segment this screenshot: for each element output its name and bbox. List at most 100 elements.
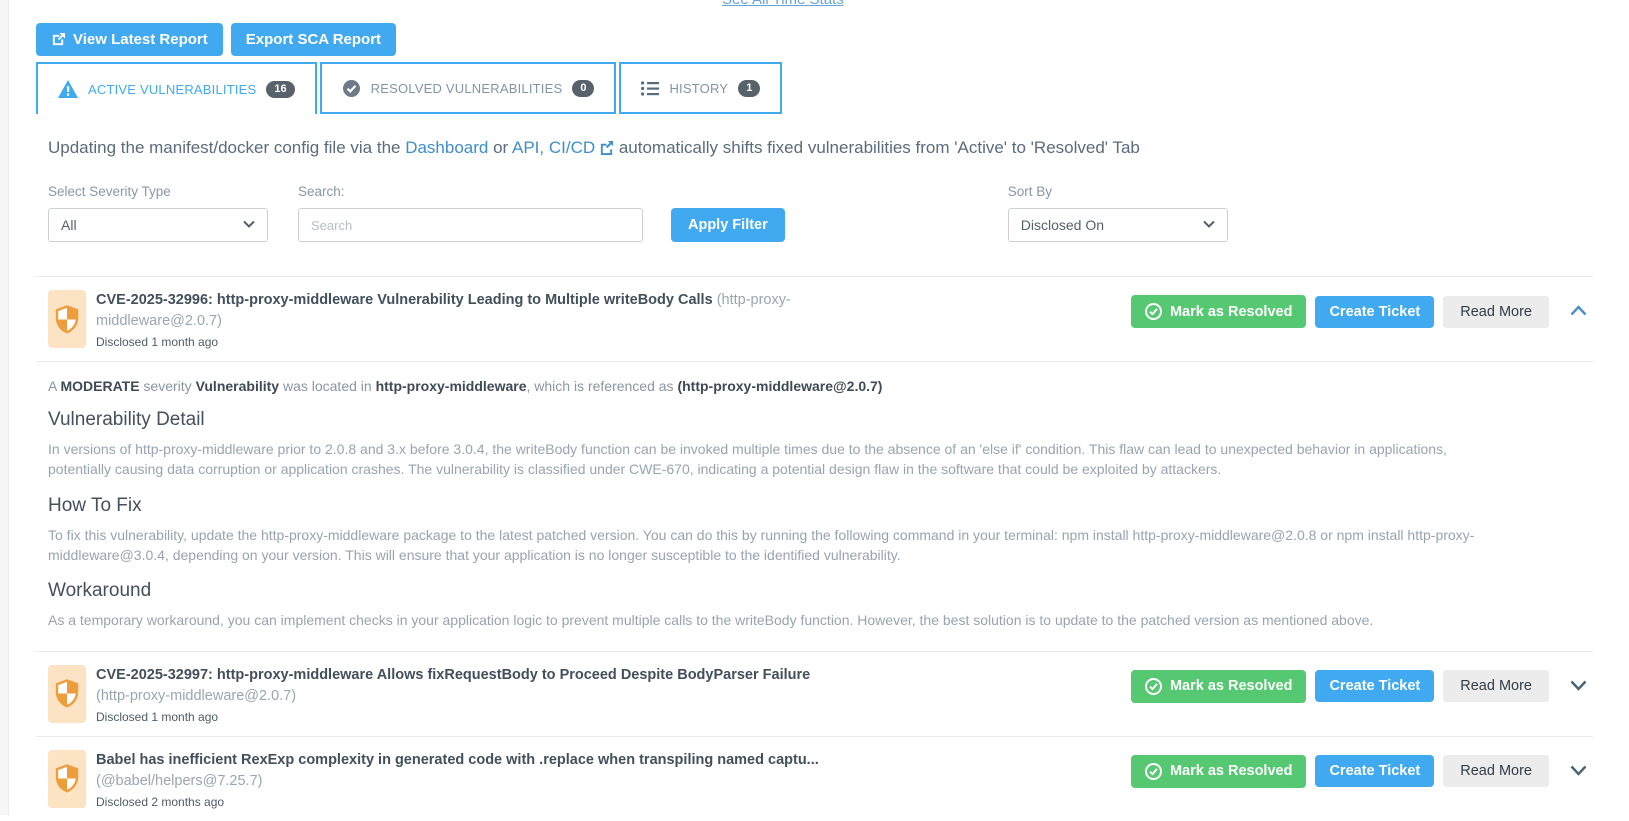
expand-chevron-down[interactable] <box>1564 762 1593 781</box>
tab-history[interactable]: HISTORY 1 <box>619 62 783 114</box>
search-input[interactable] <box>298 208 643 242</box>
vulnerability-title-text: CVE-2025-32997: http-proxy-middleware Al… <box>96 666 811 683</box>
how-to-fix-text: To fix this vulnerability, update the ht… <box>48 526 1475 563</box>
top-actions: View Latest Report Export SCA Report <box>36 23 1593 56</box>
vulnerability-summary: CVE-2025-32996: http-proxy-middleware Vu… <box>96 290 836 349</box>
mark-resolved-label: Mark as Resolved <box>1169 763 1293 780</box>
collapse-chevron-up[interactable] <box>1564 302 1593 321</box>
vulnerability-row: CVE-2025-32996: http-proxy-middleware Vu… <box>36 276 1593 361</box>
summary-text: A <box>48 378 61 395</box>
vulnerability-title-text: CVE-2025-32996: http-proxy-middleware Vu… <box>96 292 713 308</box>
summary-text: severity <box>139 378 196 395</box>
vulnerability-row: Babel has inefficient RexExp complexity … <box>36 735 1593 821</box>
severity-label: Select Severity Type <box>48 184 171 199</box>
create-ticket-button[interactable]: Create Ticket <box>1315 295 1435 328</box>
severity-shield-icon <box>48 664 86 723</box>
vulnerability-title: CVE-2025-32996: http-proxy-middleware Vu… <box>96 290 836 332</box>
tab-active-count-badge: 16 <box>266 80 295 98</box>
workaround-text: As a temporary workaround, you can imple… <box>48 612 1374 629</box>
severity-shield-icon <box>48 749 86 808</box>
dashboard-link[interactable]: Dashboard <box>405 138 488 157</box>
vulnerability-summary: CVE-2025-32997: http-proxy-middleware Al… <box>96 665 836 724</box>
tab-resolved-label: RESOLVED VULNERABILITIES <box>370 80 563 96</box>
mark-resolved-button[interactable]: Mark as Resolved <box>1130 669 1307 703</box>
export-sca-report-label: Export SCA Report <box>245 31 382 48</box>
info-banner: Updating the manifest/docker config file… <box>48 138 1593 160</box>
export-sca-report-button[interactable]: Export SCA Report <box>230 23 397 56</box>
check-circle-icon <box>1144 762 1162 780</box>
section-heading-how-to-fix: How To Fix <box>48 494 142 516</box>
tab-history-count-badge: 1 <box>738 79 761 97</box>
warning-triangle-icon <box>58 80 78 98</box>
tab-active-label: ACTIVE VULNERABILITIES <box>88 81 257 97</box>
list-icon <box>641 80 660 96</box>
api-cicd-link[interactable]: API, CI/CD <box>512 138 595 157</box>
package-ref-text: (http-proxy-middleware@2.0.7) <box>677 378 883 395</box>
vulnerability-title: Babel has inefficient RexExp complexity … <box>96 750 836 792</box>
tab-resolved-vulnerabilities[interactable]: RESOLVED VULNERABILITIES 0 <box>319 62 617 114</box>
vulnerability-title: CVE-2025-32997: http-proxy-middleware Al… <box>96 665 836 707</box>
vulnerability-row: CVE-2025-32997: http-proxy-middleware Al… <box>36 650 1593 736</box>
vulnerability-package: (http-proxy-middleware@2.0.7) <box>96 687 297 704</box>
vulnerability-detail-text: In versions of http-proxy-middleware pri… <box>48 441 1447 478</box>
info-text-mid: or <box>488 138 512 157</box>
summary-text: Vulnerability <box>195 378 280 395</box>
mark-resolved-button[interactable]: Mark as Resolved <box>1130 295 1307 328</box>
package-name-text: http-proxy-middleware <box>375 378 527 395</box>
severity-shield-icon <box>48 290 86 348</box>
vulnerability-title-text: Babel has inefficient RexExp complexity … <box>96 751 819 768</box>
read-more-button[interactable]: Read More <box>1443 670 1549 703</box>
tab-resolved-count-badge: 0 <box>572 79 595 97</box>
vulnerability-actions: Mark as Resolved Create Ticket Read More <box>1130 665 1593 703</box>
apply-filter-button[interactable]: Apply Filter <box>671 208 785 242</box>
mark-resolved-label: Mark as Resolved <box>1169 303 1293 320</box>
create-ticket-button[interactable]: Create Ticket <box>1315 670 1435 703</box>
vulnerability-actions: Mark as Resolved Create Ticket Read More <box>1130 290 1593 328</box>
vulnerability-actions: Mark as Resolved Create Ticket Read More <box>1130 750 1593 788</box>
read-more-button[interactable]: Read More <box>1443 295 1549 328</box>
severity-filter-group: Select Severity Type All <box>48 184 268 242</box>
view-latest-report-label: View Latest Report <box>73 31 208 48</box>
check-circle-icon <box>1144 677 1162 695</box>
sort-by-select[interactable]: Disclosed On <box>1007 208 1228 242</box>
chevron-down-icon <box>1203 219 1215 231</box>
section-heading-workaround: Workaround <box>48 580 152 602</box>
tab-bar: ACTIVE VULNERABILITIES 16 RESOLVED VULNE… <box>36 62 1593 114</box>
create-ticket-button[interactable]: Create Ticket <box>1315 755 1435 788</box>
left-edge-strip <box>0 0 9 815</box>
severity-select[interactable]: All <box>48 208 268 242</box>
view-latest-report-button[interactable]: View Latest Report <box>36 23 223 56</box>
info-text-pre: Updating the manifest/docker config file… <box>48 138 406 157</box>
check-circle-icon <box>1144 303 1162 320</box>
severity-select-value: All <box>61 217 77 233</box>
tab-history-label: HISTORY <box>669 80 729 96</box>
mark-resolved-label: Mark as Resolved <box>1169 678 1293 695</box>
sort-filter-group: Sort By Disclosed On <box>1007 184 1228 242</box>
severity-level-text: MODERATE <box>60 378 140 395</box>
severity-summary-line: A MODERATE severity Vulnerability was lo… <box>48 378 1593 394</box>
disclosed-date: Disclosed 1 month ago <box>96 709 219 724</box>
disclosed-date: Disclosed 1 month ago <box>96 335 219 350</box>
read-more-button[interactable]: Read More <box>1443 755 1549 788</box>
chevron-down-icon <box>243 219 255 231</box>
search-filter-group: Search: <box>298 184 643 242</box>
info-text-post: automatically shifts fixed vulnerabiliti… <box>614 138 1140 157</box>
disclosed-date: Disclosed 2 months ago <box>96 794 225 809</box>
tab-active-vulnerabilities[interactable]: ACTIVE VULNERABILITIES 16 <box>36 62 317 114</box>
vulnerability-detail-panel: A MODERATE severity Vulnerability was lo… <box>36 361 1593 650</box>
sort-by-select-value: Disclosed On <box>1020 217 1105 233</box>
section-heading-vulnerability-detail: Vulnerability Detail <box>48 409 205 431</box>
search-label: Search: <box>298 184 345 199</box>
summary-text: was located in <box>279 378 376 395</box>
vulnerability-package: (@babel/helpers@7.25.7) <box>96 772 263 789</box>
external-link-icon <box>599 140 614 160</box>
vulnerability-list: CVE-2025-32996: http-proxy-middleware Vu… <box>36 276 1593 821</box>
main-content: View Latest Report Export SCA Report ACT… <box>36 0 1593 821</box>
sort-by-label: Sort By <box>1007 184 1053 199</box>
check-circle-icon <box>342 79 361 98</box>
vulnerability-summary: Babel has inefficient RexExp complexity … <box>96 750 836 809</box>
expand-chevron-down[interactable] <box>1564 677 1593 696</box>
filter-bar: Select Severity Type All Search: Apply F… <box>48 184 1593 242</box>
mark-resolved-button[interactable]: Mark as Resolved <box>1130 754 1307 788</box>
summary-text: , which is referenced as <box>526 378 678 395</box>
